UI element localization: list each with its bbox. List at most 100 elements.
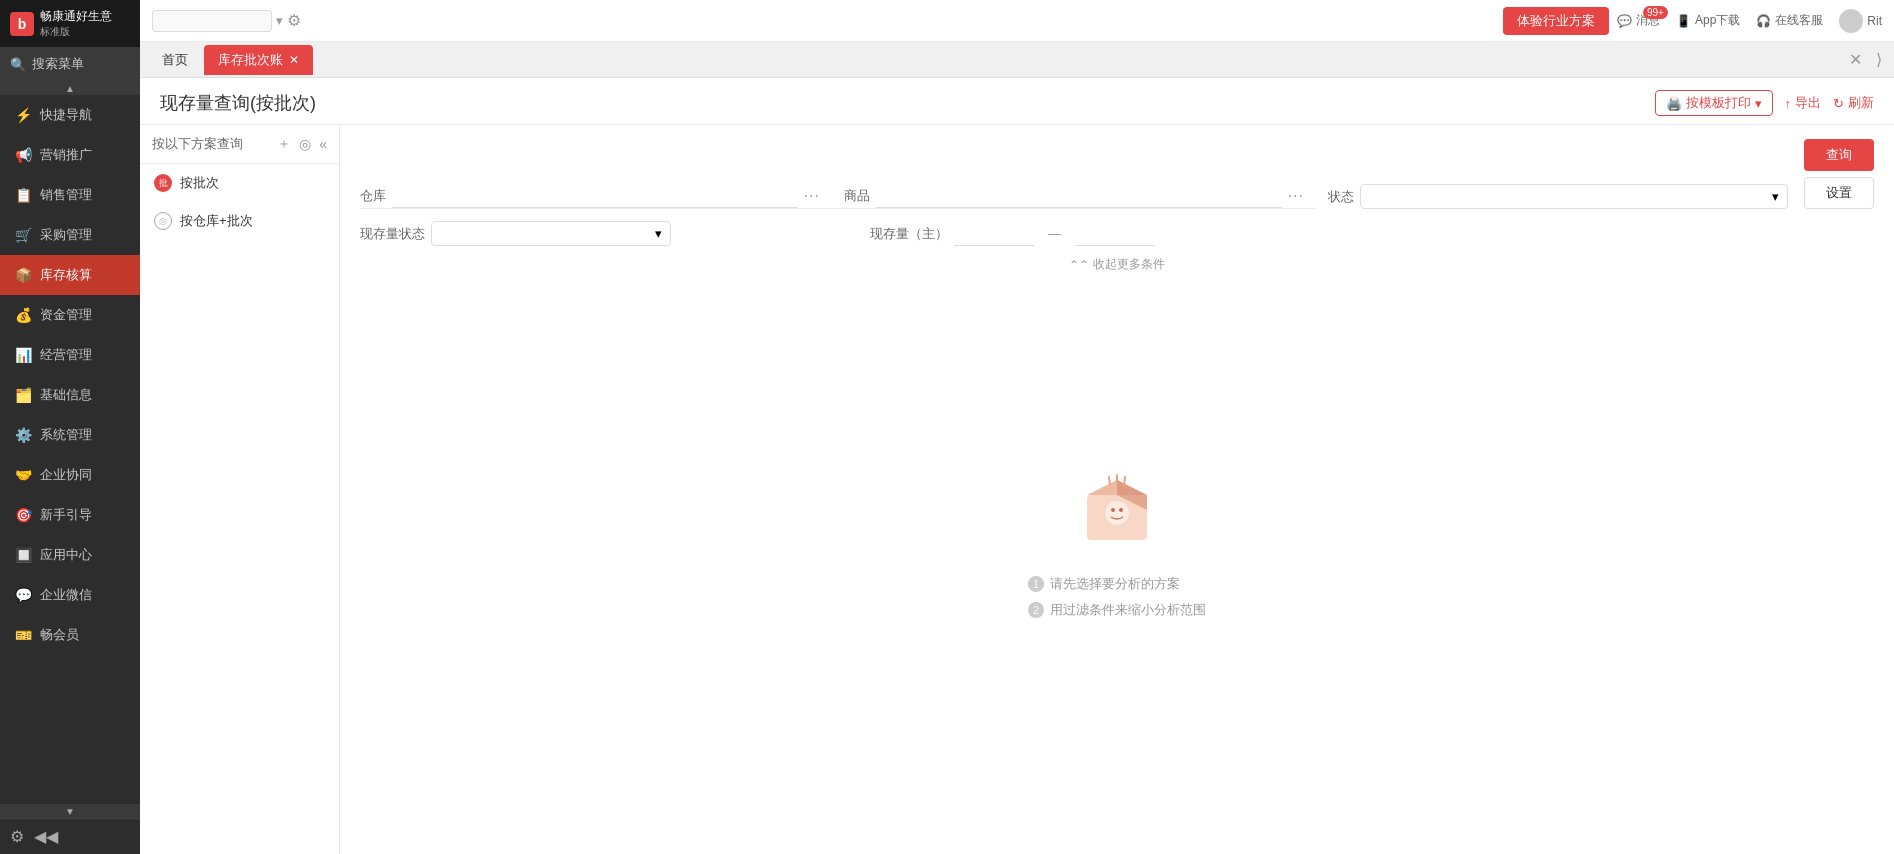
inventory-qty-label: 现存量（主） bbox=[870, 225, 948, 243]
page-actions: 🖨️ 按模板打印 ▾ ↑ 导出 ↻ 刷新 bbox=[1655, 90, 1875, 116]
warehouse-filter: 仓库 ··· bbox=[360, 184, 832, 209]
warehouse-input[interactable] bbox=[392, 184, 798, 208]
wechat-label: 企业微信 bbox=[40, 586, 92, 604]
quick-nav-icon: ⚡ bbox=[14, 106, 32, 124]
quick-nav-label: 快捷导航 bbox=[40, 106, 92, 124]
sidebar-item-purchase[interactable]: 🛒 采购管理 bbox=[0, 215, 140, 255]
tab-home[interactable]: 首页 bbox=[148, 45, 202, 75]
inventory-status-dropdown-icon: ▾ bbox=[655, 226, 662, 241]
breadcrumb-chevron-icon[interactable]: ▾ bbox=[276, 13, 283, 28]
scheme-warehouse-batch-icon: ◎ bbox=[154, 212, 172, 230]
basic-icon: 🗂️ bbox=[14, 386, 32, 404]
topbar-right: 💬 消息 99+ 📱 App下载 🎧 在线客服 Rit bbox=[1617, 9, 1882, 33]
sidebar-item-newbie[interactable]: 🎯 新手引导 bbox=[0, 495, 140, 535]
scheme-batch-icon: 批 bbox=[154, 174, 172, 192]
sidebar-scroll-down[interactable]: ▼ bbox=[0, 804, 140, 818]
right-panel: 仓库 ··· 商品 ··· 状态 ▾ bbox=[340, 125, 1894, 854]
sidebar-item-system[interactable]: ⚙️ 系统管理 bbox=[0, 415, 140, 455]
tab-close-icon[interactable]: ✕ bbox=[289, 53, 299, 67]
scheme-by-batch[interactable]: 批 按批次 bbox=[140, 164, 339, 202]
page-title: 现存量查询(按批次) bbox=[160, 91, 316, 115]
tip-text-2: 用过滤条件来缩小分析范围 bbox=[1050, 601, 1206, 619]
refresh-button[interactable]: ↻ 刷新 bbox=[1833, 94, 1874, 112]
sidebar-item-basic[interactable]: 🗂️ 基础信息 bbox=[0, 375, 140, 415]
sidebar-item-inventory[interactable]: 📦 库存核算 bbox=[0, 255, 140, 295]
settings-button[interactable]: 设置 bbox=[1804, 177, 1874, 209]
sidebar-item-enterprise[interactable]: 🤝 企业协同 bbox=[0, 455, 140, 495]
empty-state: 1 请先选择要分析的方案 2 用过滤条件来缩小分析范围 bbox=[340, 287, 1894, 854]
collapse-more-conditions[interactable]: ⌃⌃ 收起更多条件 bbox=[360, 250, 1874, 283]
app-download-item[interactable]: 📱 App下载 bbox=[1676, 12, 1740, 29]
print-button[interactable]: 🖨️ 按模板打印 ▾ bbox=[1655, 90, 1773, 116]
search-input[interactable] bbox=[152, 10, 272, 32]
sidebar-item-operations[interactable]: 📊 经营管理 bbox=[0, 335, 140, 375]
tip-num-1: 1 bbox=[1028, 576, 1044, 592]
purchase-icon: 🛒 bbox=[14, 226, 32, 244]
user-profile-item[interactable]: Rit bbox=[1839, 9, 1882, 33]
warehouse-more-icon[interactable]: ··· bbox=[804, 187, 820, 205]
collapse-left-icon[interactable]: « bbox=[319, 136, 327, 152]
sidebar-item-marketing[interactable]: 📢 营销推广 bbox=[0, 135, 140, 175]
svg-line-8 bbox=[1124, 477, 1125, 485]
printer-icon: 🖨️ bbox=[1666, 96, 1682, 111]
collapse-label: 收起更多条件 bbox=[1093, 256, 1165, 273]
sidebar-item-finance[interactable]: 💰 资金管理 bbox=[0, 295, 140, 335]
sidebar-item-apps[interactable]: 🔲 应用中心 bbox=[0, 535, 140, 575]
scheme-batch-label: 按批次 bbox=[180, 174, 219, 192]
app-download-label: App下载 bbox=[1695, 12, 1740, 29]
scheme-settings-icon[interactable]: ◎ bbox=[299, 136, 311, 152]
app-logo: b bbox=[10, 12, 34, 36]
qty-range-dash: — bbox=[1040, 226, 1069, 241]
inventory-status-filter: 现存量状态 ▾ bbox=[360, 221, 854, 246]
settings-gear-icon[interactable]: ⚙ bbox=[287, 11, 301, 30]
print-label: 按模板打印 bbox=[1686, 94, 1751, 112]
member-label: 畅会员 bbox=[40, 626, 79, 644]
online-service-item[interactable]: 🎧 在线客服 bbox=[1756, 12, 1823, 29]
product-input[interactable] bbox=[876, 184, 1282, 208]
sidebar: b 畅康通好生意 标准版 🔍 搜索菜单 ▲ ⚡ 快捷导航 📢 营销推广 📋 销售… bbox=[0, 0, 140, 854]
user-name: Rit bbox=[1867, 14, 1882, 28]
messages-badge: 99+ bbox=[1643, 6, 1668, 19]
print-dropdown-icon[interactable]: ▾ bbox=[1755, 96, 1762, 111]
search-menu[interactable]: 🔍 搜索菜单 bbox=[0, 47, 140, 81]
newbie-label: 新手引导 bbox=[40, 506, 92, 524]
action-buttons: 查询 设置 bbox=[1788, 139, 1874, 209]
inventory-qty-end[interactable] bbox=[1075, 222, 1155, 246]
query-button[interactable]: 查询 bbox=[1804, 139, 1874, 171]
industry-solution-button[interactable]: 体验行业方案 bbox=[1503, 7, 1609, 35]
wechat-icon: 💬 bbox=[14, 586, 32, 604]
collapse-sidebar-icon[interactable]: ◀◀ bbox=[34, 827, 58, 846]
sidebar-item-quick-nav[interactable]: ⚡ 快捷导航 bbox=[0, 95, 140, 135]
add-scheme-icon[interactable]: ＋ bbox=[277, 135, 291, 153]
sidebar-nav: ⚡ 快捷导航 📢 营销推广 📋 销售管理 🛒 采购管理 📦 库存核算 💰 资金管… bbox=[0, 95, 140, 804]
export-icon: ↑ bbox=[1785, 96, 1792, 111]
message-icon: 💬 bbox=[1617, 14, 1632, 28]
status-filter: 状态 ▾ bbox=[1316, 184, 1788, 209]
newbie-icon: 🎯 bbox=[14, 506, 32, 524]
export-button[interactable]: ↑ 导出 bbox=[1785, 94, 1822, 112]
inventory-qty-start[interactable] bbox=[954, 222, 1034, 246]
panel-expand-icon[interactable]: ⟩ bbox=[1872, 50, 1886, 69]
inventory-batch-tab-label: 库存批次账 bbox=[218, 51, 283, 69]
sidebar-item-sales[interactable]: 📋 销售管理 bbox=[0, 175, 140, 215]
panel-close-icon[interactable]: ✕ bbox=[1841, 50, 1870, 69]
messages-item[interactable]: 💬 消息 99+ bbox=[1617, 12, 1660, 29]
status-select[interactable]: ▾ bbox=[1360, 184, 1788, 209]
breadcrumb: ▾ ⚙ bbox=[152, 10, 1495, 32]
inventory-status-select[interactable]: ▾ bbox=[431, 221, 671, 246]
svg-point-3 bbox=[1105, 501, 1129, 525]
page-header: 现存量查询(按批次) 🖨️ 按模板打印 ▾ ↑ 导出 ↻ 刷新 bbox=[140, 78, 1894, 125]
sidebar-item-member[interactable]: 🎫 畅会员 bbox=[0, 615, 140, 655]
company-name: 畅康通好生意 bbox=[40, 8, 112, 25]
inventory-quantity-filter: 现存量（主） — bbox=[870, 222, 1364, 246]
sidebar-scroll-up[interactable]: ▲ bbox=[0, 81, 140, 95]
settings-footer-icon[interactable]: ⚙ bbox=[10, 827, 24, 846]
tab-inventory-batch[interactable]: 库存批次账 ✕ bbox=[204, 45, 313, 75]
left-panel-icons: ＋ ◎ « bbox=[277, 135, 327, 153]
empty-illustration bbox=[1067, 455, 1167, 555]
scroll-up-icon: ▲ bbox=[65, 83, 75, 94]
product-more-icon[interactable]: ··· bbox=[1288, 187, 1304, 205]
operations-label: 经营管理 bbox=[40, 346, 92, 364]
scheme-by-warehouse-batch[interactable]: ◎ 按仓库+批次 bbox=[140, 202, 339, 240]
sidebar-item-wechat[interactable]: 💬 企业微信 bbox=[0, 575, 140, 615]
